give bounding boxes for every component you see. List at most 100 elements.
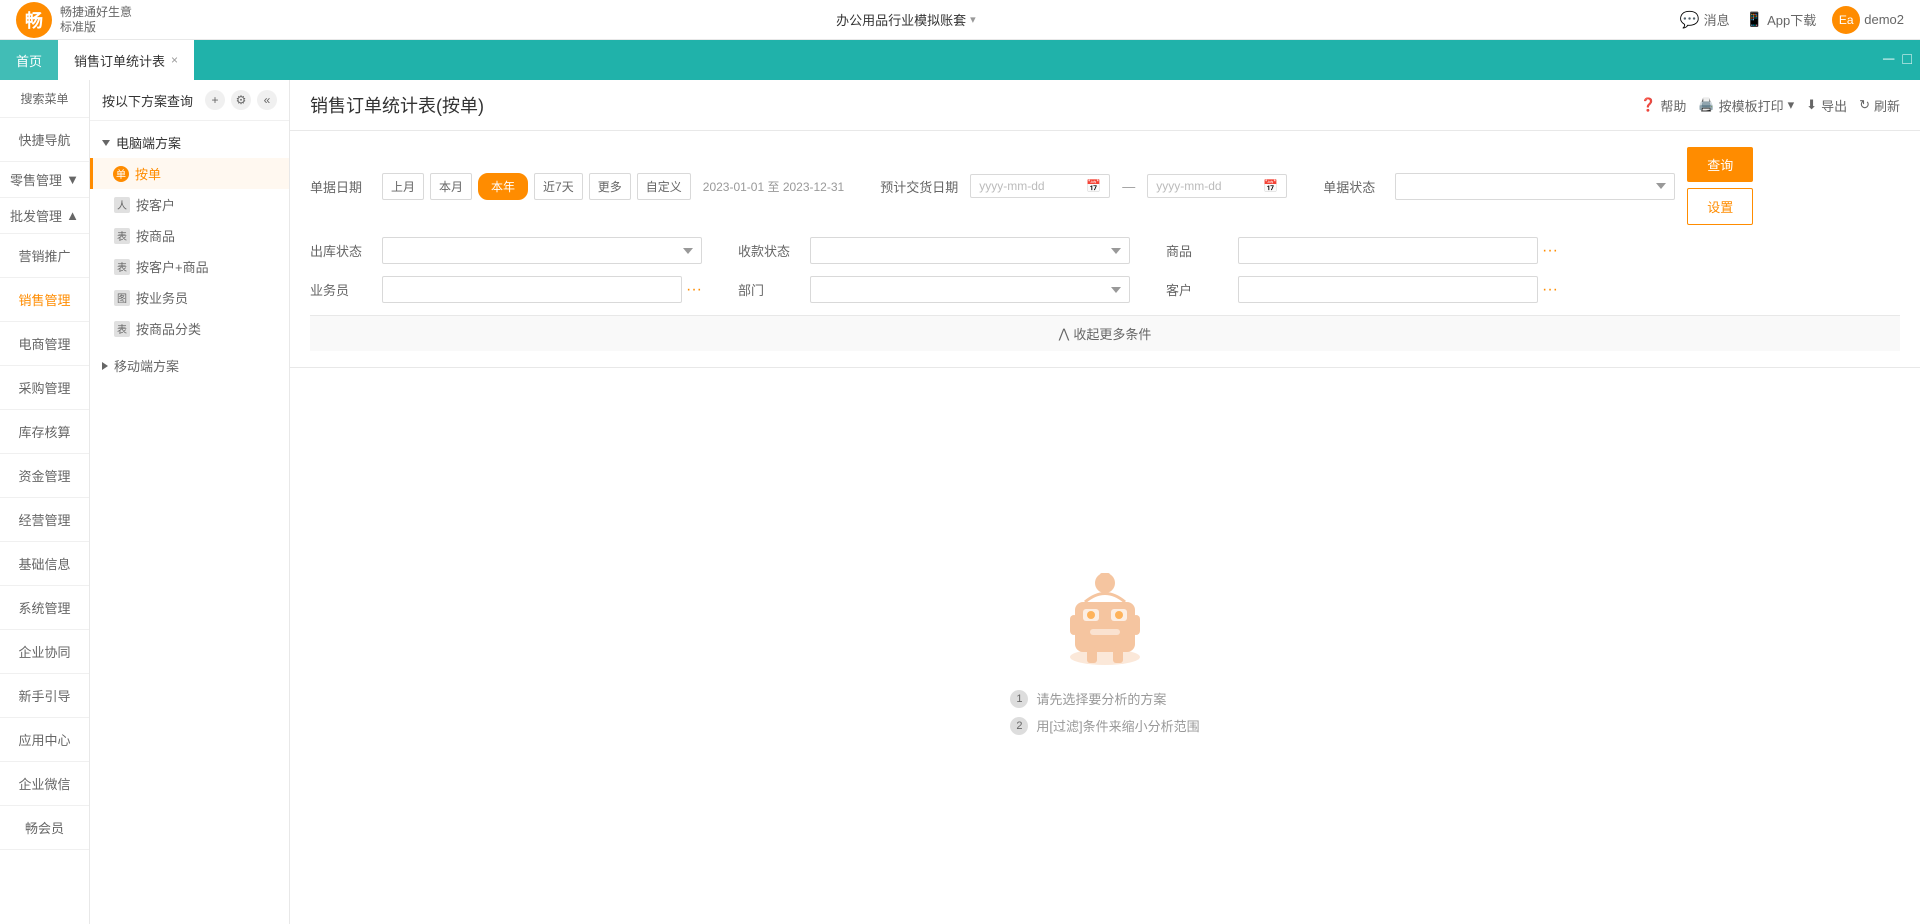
right-panel: 销售订单统计表(按单) ❓ 帮助 🖨️ 按模板打印 ▾ ⬇ 导出 — [290, 80, 1920, 924]
refresh-button[interactable]: ↻ 刷新 — [1859, 96, 1900, 115]
payment-label: 收款状态 — [738, 241, 798, 260]
scheme-item-by-goods[interactable]: 表 按商品 — [90, 220, 289, 251]
sidebar-item-vip[interactable]: 畅会员 — [0, 806, 89, 850]
sidebar-item-enterprise[interactable]: 企业协同 — [0, 630, 89, 674]
shipment-select[interactable] — [382, 237, 702, 264]
payment-select[interactable] — [810, 237, 1130, 264]
brand-name: 畅捷通好生意 标准版 — [60, 5, 132, 34]
scheme-settings-button[interactable]: ⚙ — [231, 90, 251, 110]
goods-input-wrap: ··· — [1238, 237, 1900, 264]
empty-state: 1 请先选择要分析的方案 2 用[过滤]条件来缩小分析范围 — [290, 368, 1920, 924]
sidebar-item-retail[interactable]: 零售管理 ▼ — [0, 162, 89, 198]
tab-sales-order-stats[interactable]: 销售订单统计表 × — [58, 40, 194, 80]
scheme-item-by-customer-goods[interactable]: 表 按客户+商品 — [90, 251, 289, 282]
settings-button[interactable]: 设置 — [1687, 188, 1753, 225]
page-title: 销售订单统计表(按单) — [310, 92, 484, 118]
add-scheme-button[interactable]: + — [205, 90, 225, 110]
sidebar-item-operations[interactable]: 经营管理 — [0, 498, 89, 542]
scheme-item-by-customer[interactable]: 人 按客户 — [90, 189, 289, 220]
current-year-button[interactable]: 本年 — [478, 173, 528, 200]
date-label: 单据日期 — [310, 177, 370, 196]
scheme-goods-category-icon: 表 — [114, 321, 130, 337]
empty-illustration — [1045, 557, 1165, 677]
main-layout: 搜索菜单 快捷导航 零售管理 ▼ 批发管理 ▲ 营销推广 销售管理 电商管理 采… — [0, 80, 1920, 924]
export-button[interactable]: ⬇ 导出 — [1806, 96, 1847, 115]
filter-row-1: 单据日期 上月 本月 本年 近7天 更多 自定义 2023-01-01 至 20… — [310, 147, 1900, 225]
more-date-button[interactable]: 更多 — [589, 173, 631, 200]
custom-date-button[interactable]: 自定义 — [637, 173, 691, 200]
app-download-button[interactable]: 📱 App下载 — [1746, 10, 1817, 29]
sidebar-item-system[interactable]: 系统管理 — [0, 586, 89, 630]
department-label: 部门 — [738, 280, 798, 299]
minimize-button[interactable]: ─ — [1883, 51, 1894, 69]
sidebar-item-purchase[interactable]: 采购管理 — [0, 366, 89, 410]
empty-tip-1: 1 请先选择要分析的方案 — [1010, 689, 1199, 708]
scheme-customer-goods-icon: 表 — [114, 259, 130, 275]
app-title[interactable]: 办公用品行业模拟账套 ▾ — [836, 10, 976, 29]
sidebar-item-wholesale[interactable]: 批发管理 ▲ — [0, 198, 89, 234]
shipment-select-wrap — [382, 237, 702, 264]
goods-input[interactable] — [1238, 237, 1538, 264]
status-label: 单据状态 — [1323, 177, 1383, 196]
pc-group-title[interactable]: 电脑端方案 — [90, 127, 289, 158]
sidebar-item-quick-nav[interactable]: 快捷导航 — [0, 118, 89, 162]
sidebar: 搜索菜单 快捷导航 零售管理 ▼ 批发管理 ▲ 营销推广 销售管理 电商管理 采… — [0, 80, 90, 924]
sidebar-item-basic-info[interactable]: 基础信息 — [0, 542, 89, 586]
page-header: 销售订单统计表(按单) ❓ 帮助 🖨️ 按模板打印 ▾ ⬇ 导出 — [290, 80, 1920, 131]
tab-home[interactable]: 首页 — [0, 40, 58, 80]
scheme-customer-icon: 人 — [114, 197, 130, 213]
forecast-date-start-input[interactable]: yyyy-mm-dd 📅 — [970, 174, 1110, 198]
left-panel-header: 按以下方案查询 + ⚙ « — [90, 80, 289, 121]
status-select[interactable] — [1395, 173, 1675, 200]
group-collapse-icon — [102, 140, 110, 146]
scheme-item-active[interactable]: 单 按单 — [90, 158, 289, 189]
salesperson-label: 业务员 — [310, 280, 370, 299]
scheme-salesperson-icon: 图 — [114, 290, 130, 306]
goods-dots-button[interactable]: ··· — [1542, 242, 1558, 260]
print-button[interactable]: 🖨️ 按模板打印 ▾ — [1698, 96, 1794, 115]
sidebar-search[interactable]: 搜索菜单 — [0, 80, 89, 118]
sidebar-item-inventory[interactable]: 库存核算 — [0, 410, 89, 454]
tip-num-2: 2 — [1010, 717, 1028, 735]
this-month-button[interactable]: 本月 — [430, 173, 472, 200]
message-button[interactable]: 💬 消息 — [1680, 10, 1730, 30]
last-month-button[interactable]: 上月 — [382, 173, 424, 200]
mobile-schemes-group[interactable]: 移动端方案 — [90, 350, 289, 381]
customer-input-wrap: ··· — [1238, 276, 1900, 303]
sidebar-item-marketing[interactable]: 营销推广 — [0, 234, 89, 278]
last7days-button[interactable]: 近7天 — [534, 173, 583, 200]
salesperson-input[interactable] — [382, 276, 682, 303]
tabbar-actions: ─ □ — [1883, 40, 1920, 80]
customer-dots-button[interactable]: ··· — [1542, 281, 1558, 299]
help-button[interactable]: ❓ 帮助 — [1640, 96, 1686, 115]
maximize-button[interactable]: □ — [1902, 51, 1912, 69]
sidebar-item-newbie[interactable]: 新手引导 — [0, 674, 89, 718]
query-button[interactable]: 查询 — [1687, 147, 1753, 182]
sidebar-item-ecommerce[interactable]: 电商管理 — [0, 322, 89, 366]
empty-tips: 1 请先选择要分析的方案 2 用[过滤]条件来缩小分析范围 — [1010, 689, 1199, 735]
sidebar-item-sales[interactable]: 销售管理 — [0, 278, 89, 322]
left-panel-actions: + ⚙ « — [205, 90, 277, 110]
customer-input[interactable] — [1238, 276, 1538, 303]
brand-logo: 畅 — [16, 2, 52, 38]
department-select[interactable] — [810, 276, 1130, 303]
pc-schemes-group: 电脑端方案 单 按单 人 按客户 表 按商品 表 按客户+商品 — [90, 121, 289, 350]
left-panel: 按以下方案查询 + ⚙ « 电脑端方案 单 按单 人 按客户 — [90, 80, 290, 924]
scheme-item-by-salesperson[interactable]: 图 按业务员 — [90, 282, 289, 313]
sidebar-item-finance[interactable]: 资金管理 — [0, 454, 89, 498]
filter-row-2: 出库状态 收款状态 商品 ··· — [310, 237, 1900, 264]
user-avatar[interactable]: Ea demo2 — [1832, 6, 1904, 34]
collapse-panel-button[interactable]: « — [257, 90, 277, 110]
date-range-text: 2023-01-01 至 2023-12-31 — [703, 178, 844, 195]
tab-close-button[interactable]: × — [171, 53, 178, 67]
collapse-button[interactable]: ⋀ 收起更多条件 — [1059, 324, 1152, 343]
tip-num-1: 1 — [1010, 690, 1028, 708]
forecast-date-end-input[interactable]: yyyy-mm-dd 📅 — [1147, 174, 1287, 198]
scheme-item-by-goods-category[interactable]: 表 按商品分类 — [90, 313, 289, 344]
filter-row-3: 业务员 ··· 部门 客户 ··· — [310, 276, 1900, 303]
salesperson-dots-button[interactable]: ··· — [686, 281, 702, 299]
sidebar-item-app-center[interactable]: 应用中心 — [0, 718, 89, 762]
sidebar-item-enterprise-wechat[interactable]: 企业微信 — [0, 762, 89, 806]
left-panel-title: 按以下方案查询 — [102, 91, 193, 110]
topbar-left: 畅 畅捷通好生意 标准版 — [16, 2, 132, 38]
